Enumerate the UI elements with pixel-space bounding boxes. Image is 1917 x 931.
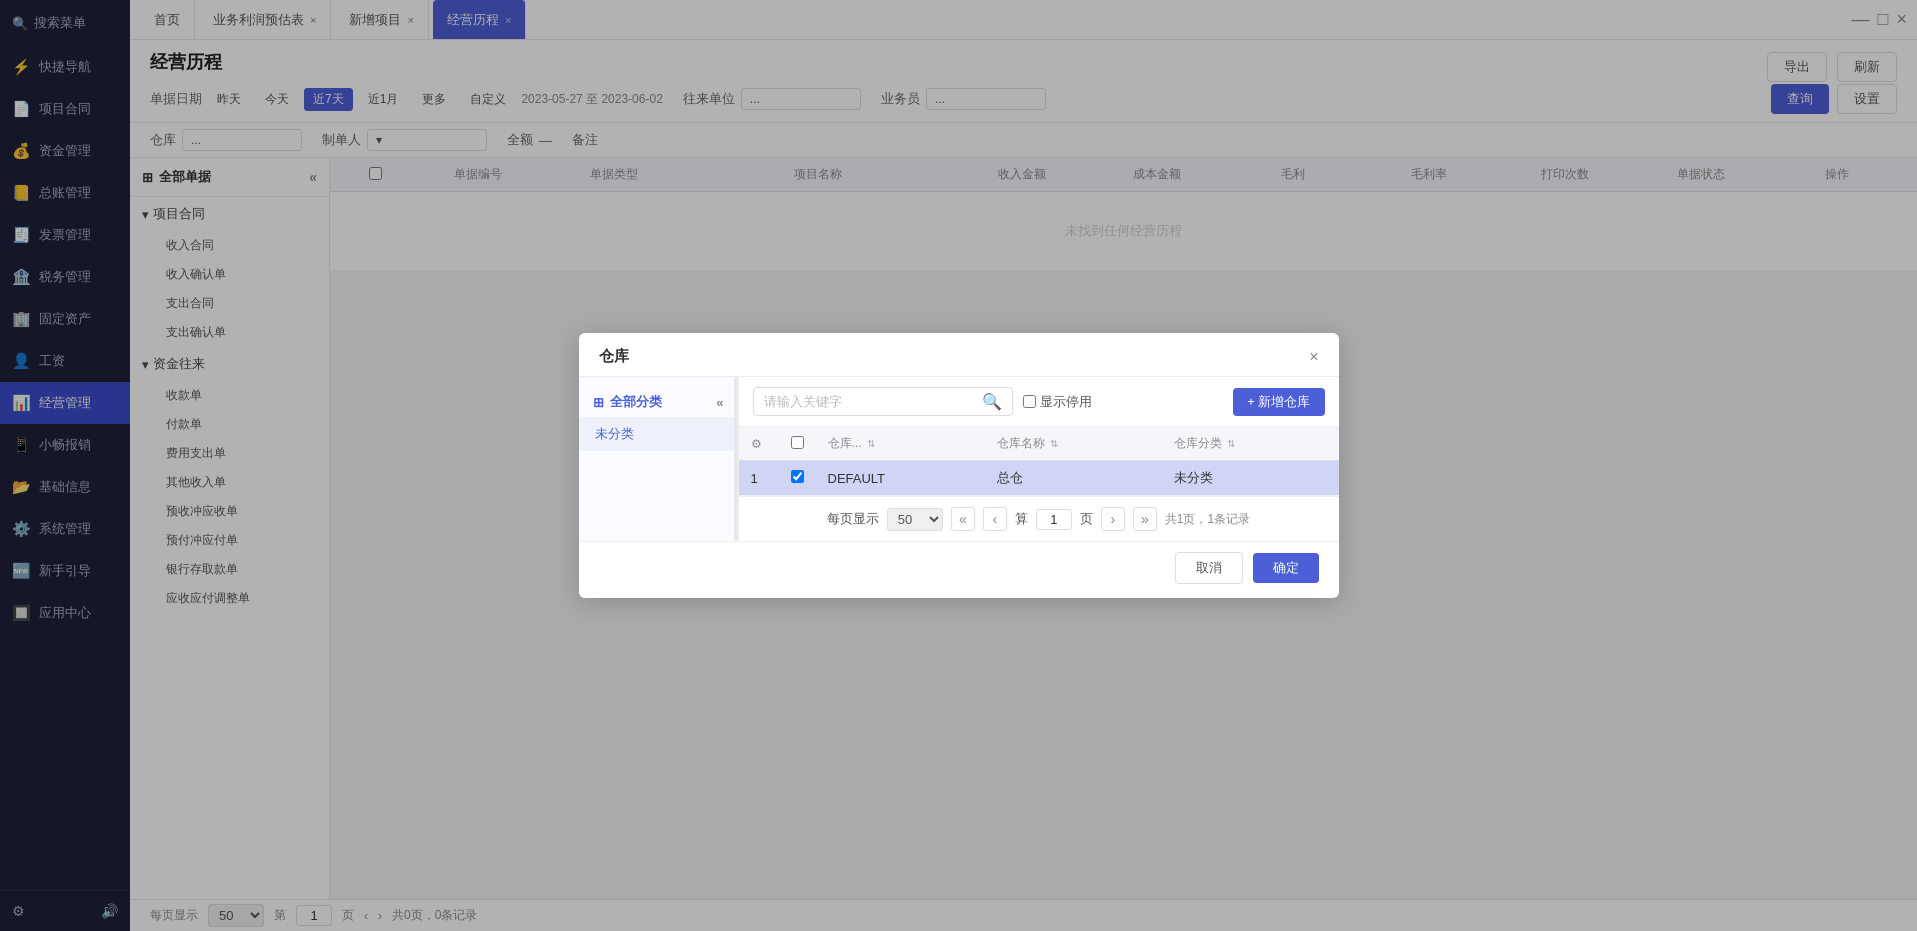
th-warehouse-category[interactable]: 仓库分类 ⇅ (1162, 427, 1339, 461)
add-warehouse-button[interactable]: + 新增仓库 (1233, 388, 1324, 416)
dialog-actions: 取消 确定 (579, 541, 1339, 598)
dialog-sidebar-header[interactable]: ⊞ 全部分类 « (579, 387, 738, 417)
dialog-title: 仓库 (599, 347, 629, 366)
th-gear[interactable]: ⚙ (739, 427, 779, 461)
warehouse-table: ⚙ 仓库... ⇅ 仓库名称 ⇅ 仓库分类 ⇅ 1 DEFA (739, 427, 1339, 496)
dialog-body: ⊞ 全部分类 « 未分类 🔍 (579, 377, 1339, 541)
th-warehouse-code[interactable]: 仓库... ⇅ (816, 427, 985, 461)
cancel-button[interactable]: 取消 (1175, 552, 1243, 584)
dialog-table: ⚙ 仓库... ⇅ 仓库名称 ⇅ 仓库分类 ⇅ 1 DEFA (739, 427, 1339, 496)
per-page-label: 每页显示 (827, 510, 879, 528)
dialog-search-wrapper: 🔍 (753, 387, 1013, 416)
dialog-first-page-btn[interactable]: « (951, 507, 975, 531)
td-category: 未分类 (1162, 461, 1339, 496)
warehouse-dialog: 仓库 × ⊞ 全部分类 « 未分类 (579, 333, 1339, 598)
warehouse-table-header-row: ⚙ 仓库... ⇅ 仓库名称 ⇅ 仓库分类 ⇅ (739, 427, 1339, 461)
dialog-sidebar-uncategorized[interactable]: 未分类 (579, 417, 738, 451)
table-row[interactable]: 1 DEFAULT 总仓 未分类 (739, 461, 1339, 496)
row-checkbox[interactable] (791, 470, 804, 483)
th-warehouse-name[interactable]: 仓库名称 ⇅ (985, 427, 1162, 461)
sort-icon-name: ⇅ (1050, 438, 1058, 449)
show-disabled-checkbox[interactable] (1023, 395, 1036, 408)
dialog-sidebar-all-label: 全部分类 (610, 393, 662, 411)
th-select (779, 427, 816, 461)
confirm-button[interactable]: 确定 (1253, 553, 1319, 583)
dialog-per-page-select[interactable]: 50 100 200 (887, 508, 943, 531)
warehouse-table-body: 1 DEFAULT 总仓 未分类 (739, 461, 1339, 496)
dialog-pagination: 每页显示 50 100 200 « ‹ 算 页 › » 共1页，1条记录 (739, 496, 1339, 541)
dialog-sidebar-scrollbar (734, 377, 738, 541)
gear-icon: ⚙ (751, 437, 762, 451)
show-disabled-text: 显示停用 (1040, 393, 1092, 411)
dialog-calc-label: 算 (1015, 510, 1028, 528)
dialog-total-info: 共1页，1条记录 (1165, 511, 1250, 528)
dialog-toolbar: 🔍 显示停用 + 新增仓库 (739, 377, 1339, 427)
modal-overlay: 仓库 × ⊞ 全部分类 « 未分类 (0, 0, 1917, 931)
dialog-header: 仓库 × (579, 333, 1339, 377)
td-checkbox[interactable] (779, 461, 816, 496)
dialog-main: 🔍 显示停用 + 新增仓库 ⚙ (739, 377, 1339, 541)
dialog-page-label: 页 (1080, 510, 1093, 528)
dialog-collapse-icon[interactable]: « (716, 395, 723, 410)
dialog-select-all[interactable] (791, 436, 804, 449)
dialog-search-icon: 🔍 (982, 392, 1002, 411)
dialog-close-button[interactable]: × (1309, 348, 1318, 366)
dialog-search-input[interactable] (764, 394, 976, 409)
dialog-sidebar: ⊞ 全部分类 « 未分类 (579, 377, 739, 541)
warehouse-table-head: ⚙ 仓库... ⇅ 仓库名称 ⇅ 仓库分类 ⇅ (739, 427, 1339, 461)
dialog-last-page-btn[interactable]: » (1133, 507, 1157, 531)
sort-icon-category: ⇅ (1227, 438, 1235, 449)
td-code: DEFAULT (816, 461, 985, 496)
dialog-next-page-btn[interactable]: › (1101, 507, 1125, 531)
td-row-num: 1 (739, 461, 779, 496)
dialog-prev-page-btn[interactable]: ‹ (983, 507, 1007, 531)
td-name: 总仓 (985, 461, 1162, 496)
dialog-sidebar-item-label: 未分类 (595, 426, 634, 441)
show-disabled-label[interactable]: 显示停用 (1023, 393, 1092, 411)
sort-icon-code: ⇅ (867, 438, 875, 449)
grid-icon2: ⊞ (593, 395, 604, 410)
dialog-page-input[interactable] (1036, 509, 1072, 530)
